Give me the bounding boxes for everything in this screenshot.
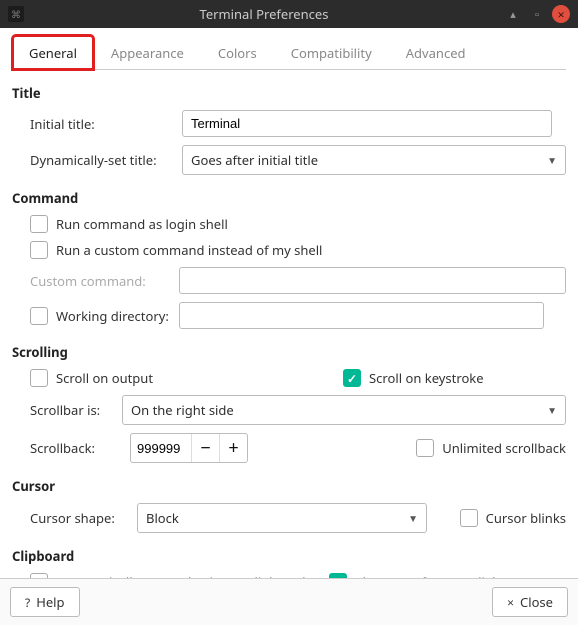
close-icon: × [507,594,514,611]
working-directory-input[interactable] [179,302,544,329]
dialog-footer: ? Help × Close [0,578,578,625]
minimize-button[interactable]: ▴ [504,5,522,23]
scrollback-input[interactable] [131,436,191,461]
tab-appearance[interactable]: Appearance [94,35,201,70]
maximize-button[interactable]: ▫ [528,5,546,23]
help-icon: ? [25,594,30,611]
section-title-scrolling: Scrolling [12,343,566,361]
close-button-label: Close [520,593,553,611]
scrollback-decrement[interactable]: − [191,434,219,462]
section-title-cursor: Cursor [12,477,566,495]
cursor-blinks-checkbox[interactable] [460,509,478,527]
tab-general[interactable]: General [12,35,94,70]
scrollbar-is-select[interactable]: On the right side ▼ [122,395,566,425]
tab-colors[interactable]: Colors [201,35,274,70]
custom-command-label: Run a custom command instead of my shell [56,241,322,259]
scrollback-spinner: − + [130,433,248,463]
scrollback-increment[interactable]: + [219,434,247,462]
section-title-command: Command [12,189,566,207]
titlebar: ⌘ Terminal Preferences ▴ ▫ × [0,0,578,28]
unlimited-scrollback-label: Unlimited scrollback [442,439,566,457]
working-directory-checkbox[interactable] [30,307,48,325]
working-directory-label: Working directory: [56,307,171,325]
cursor-blinks-label: Cursor blinks [486,509,566,527]
cursor-shape-select[interactable]: Block ▼ [137,503,427,533]
custom-command-input[interactable] [179,267,566,294]
dynamic-title-select[interactable]: Goes after initial title ▼ [182,145,566,175]
tab-bar: General Appearance Colors Compatibility … [12,36,566,70]
cursor-shape-label: Cursor shape: [30,509,125,527]
login-shell-label: Run command as login shell [56,215,228,233]
content-area: General Appearance Colors Compatibility … [0,28,578,602]
dynamic-title-label: Dynamically-set title: [30,151,170,169]
cursor-shape-value: Block [146,509,179,527]
chevron-down-icon: ▼ [547,403,557,417]
scroll-on-output-checkbox[interactable] [30,369,48,387]
custom-command-field-label: Custom command: [30,272,167,290]
section-title-title: Title [12,84,566,102]
scroll-on-keystroke-label: Scroll on keystroke [369,369,484,387]
scrollbar-is-value: On the right side [131,401,234,419]
window-title: Terminal Preferences [24,5,504,23]
chevron-down-icon: ▼ [547,153,557,167]
scrollbar-is-label: Scrollbar is: [30,401,110,419]
unlimited-scrollback-checkbox[interactable] [416,439,434,457]
help-button-label: Help [36,593,64,611]
scroll-on-keystroke-checkbox[interactable]: ✓ [343,369,361,387]
close-window-button[interactable]: × [552,5,570,23]
tab-compatibility[interactable]: Compatibility [274,35,389,70]
initial-title-label: Initial title: [30,115,170,133]
help-button[interactable]: ? Help [10,587,80,617]
tab-advanced[interactable]: Advanced [389,35,483,70]
close-button[interactable]: × Close [492,587,568,617]
chevron-down-icon: ▼ [408,511,418,525]
scroll-on-output-label: Scroll on output [56,369,153,387]
custom-command-checkbox[interactable] [30,241,48,259]
app-icon: ⌘ [8,6,24,22]
initial-title-input[interactable] [182,110,552,137]
login-shell-checkbox[interactable] [30,215,48,233]
scrollback-label: Scrollback: [30,439,110,457]
dynamic-title-value: Goes after initial title [191,151,318,169]
section-title-clipboard: Clipboard [12,547,566,565]
